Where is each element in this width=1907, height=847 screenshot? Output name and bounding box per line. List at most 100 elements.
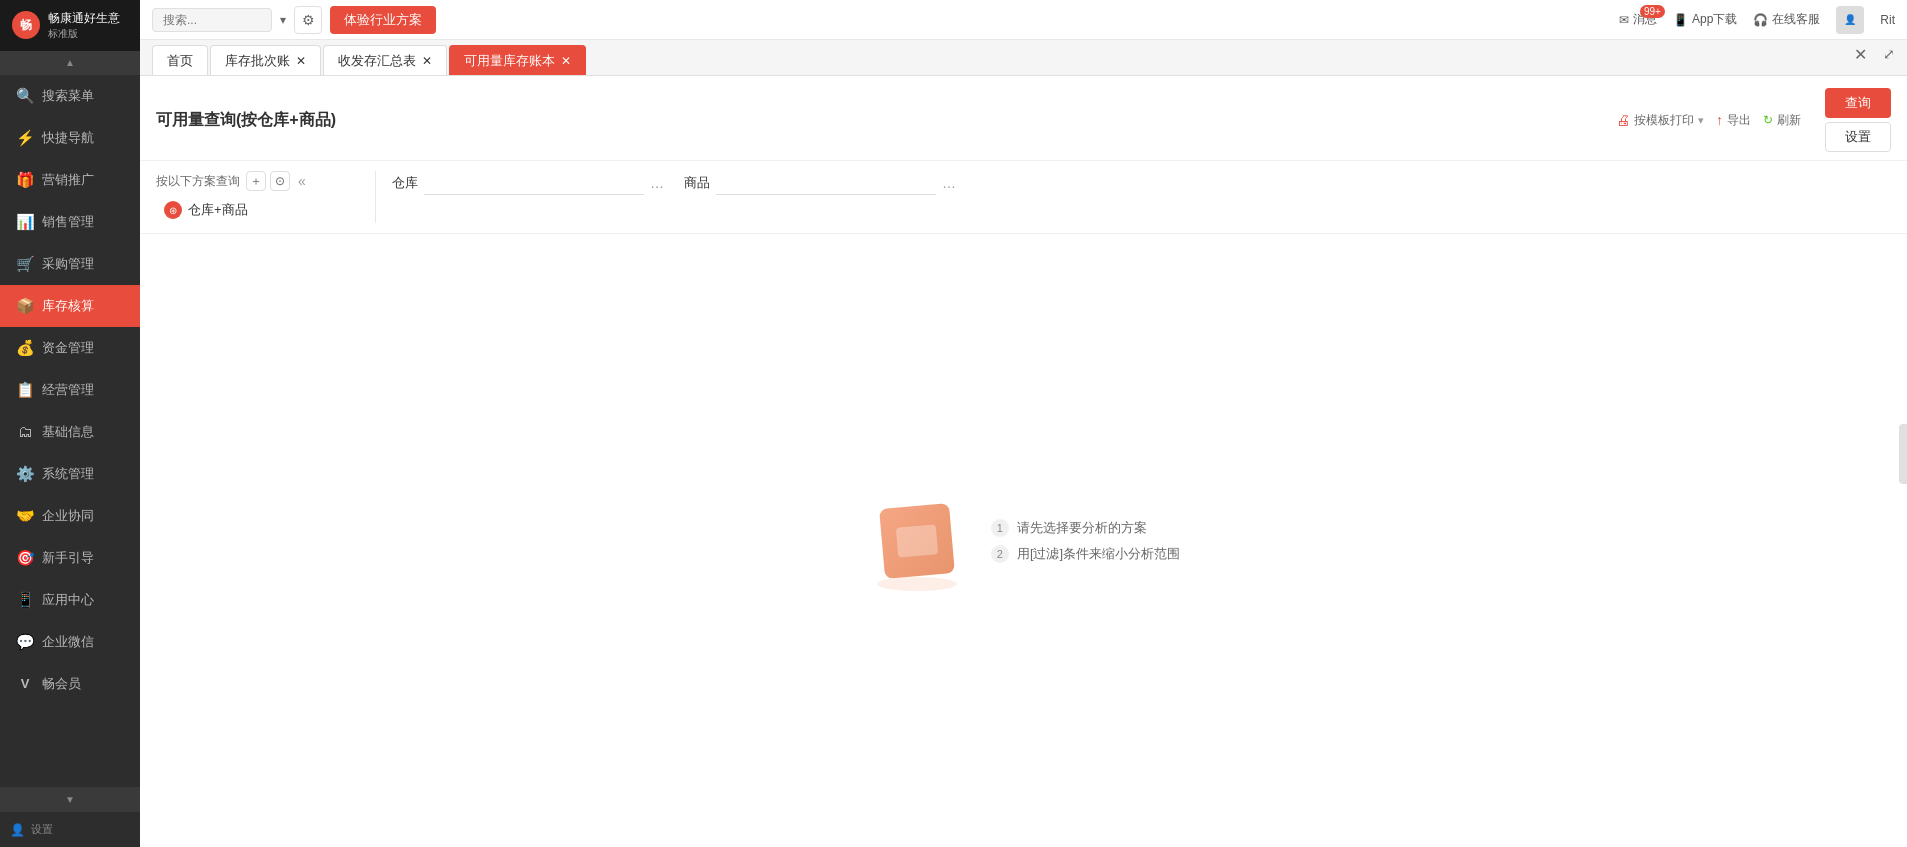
sidebar-header: 畅 畅康通好生意 标准版 bbox=[0, 0, 140, 51]
sidebar-scroll-down[interactable]: ▼ bbox=[0, 787, 140, 811]
sidebar-title-area: 畅康通好生意 标准版 bbox=[48, 10, 120, 41]
edit-scheme-button[interactable]: ⊙ bbox=[270, 171, 290, 191]
tab-batch-ledger-close[interactable]: ✕ bbox=[296, 55, 306, 67]
sidebar-item-basicinfo[interactable]: 🗂 基础信息 bbox=[0, 411, 140, 453]
tab-summary-close[interactable]: ✕ bbox=[422, 55, 432, 67]
sidebar-item-label: 销售管理 bbox=[42, 213, 94, 231]
app-download-label: App下载 bbox=[1692, 11, 1737, 28]
empty-box-face bbox=[896, 524, 938, 557]
main-area: ▾ ⚙ 体验行业方案 ✉ 消息 99+ 📱 App下载 🎧 在线客服 👤 Rit bbox=[140, 0, 1907, 847]
sidebar-item-purchase[interactable]: 🛒 采购管理 bbox=[0, 243, 140, 285]
username-label[interactable]: Rit bbox=[1880, 13, 1895, 27]
sidebar-item-label: 系统管理 bbox=[42, 465, 94, 483]
sidebar-item-operations[interactable]: 📋 经营管理 bbox=[0, 369, 140, 411]
print-button[interactable]: 🖨 按模板打印 ▾ bbox=[1616, 112, 1704, 129]
print-label: 按模板打印 bbox=[1634, 112, 1694, 129]
sidebar-item-enterprise[interactable]: 🤝 企业协同 bbox=[0, 495, 140, 537]
tip-1-text: 请先选择要分析的方案 bbox=[1017, 519, 1147, 537]
avatar-icon: 👤 bbox=[1844, 14, 1856, 25]
sidebar-item-system[interactable]: ⚙️ 系统管理 bbox=[0, 453, 140, 495]
tab-batch-ledger[interactable]: 库存批次账 ✕ bbox=[210, 45, 321, 75]
sidebar-item-quicknav[interactable]: ⚡ 快捷导航 bbox=[0, 117, 140, 159]
empty-tip-2: 2 用[过滤]条件来缩小分析范围 bbox=[991, 545, 1180, 563]
online-service-button[interactable]: 🎧 在线客服 bbox=[1753, 11, 1820, 28]
collapse-panel-button[interactable]: « bbox=[298, 171, 306, 191]
tip-2-text: 用[过滤]条件来缩小分析范围 bbox=[1017, 545, 1180, 563]
product-more-icon[interactable]: … bbox=[942, 175, 956, 191]
search-icon: 🔍 bbox=[16, 87, 34, 105]
sidebar-item-label: 营销推广 bbox=[42, 171, 94, 189]
system-icon: ⚙️ bbox=[16, 465, 34, 483]
guide-icon: 🎯 bbox=[16, 549, 34, 567]
filter-warehouse-field: 仓库 … bbox=[392, 171, 664, 195]
scheme-item-icon: ⊛ bbox=[164, 201, 182, 219]
message-badge: 99+ bbox=[1640, 5, 1665, 18]
sidebar-item-sales[interactable]: 📊 销售管理 bbox=[0, 201, 140, 243]
tabs-bar: 首页 库存批次账 ✕ 收发存汇总表 ✕ 可用量库存账本 ✕ ✕ ⤢ bbox=[140, 40, 1907, 76]
sidebar-item-guide[interactable]: 🎯 新手引导 bbox=[0, 537, 140, 579]
sidebar-item-label: 企业协同 bbox=[42, 507, 94, 525]
user-avatar: 👤 bbox=[1836, 6, 1864, 34]
tab-summary-label: 收发存汇总表 bbox=[338, 52, 416, 70]
tab-available-inventory[interactable]: 可用量库存账本 ✕ bbox=[449, 45, 586, 75]
query-button[interactable]: 查询 bbox=[1825, 88, 1891, 118]
scheme-item-warehouse-product[interactable]: ⊛ 仓库+商品 bbox=[156, 197, 363, 223]
warehouse-more-icon[interactable]: … bbox=[650, 175, 664, 191]
sidebar: 畅 畅康通好生意 标准版 ▲ 🔍 搜索菜单 ⚡ 快捷导航 🎁 营销推广 📊 销售… bbox=[0, 0, 140, 847]
sidebar-item-wechat[interactable]: 💬 企业微信 bbox=[0, 621, 140, 663]
sidebar-item-search[interactable]: 🔍 搜索菜单 bbox=[0, 75, 140, 117]
topbar: ▾ ⚙ 体验行业方案 ✉ 消息 99+ 📱 App下载 🎧 在线客服 👤 Rit bbox=[140, 0, 1907, 40]
tab-home[interactable]: 首页 bbox=[152, 45, 208, 75]
scheme-item-label: 仓库+商品 bbox=[188, 201, 248, 219]
sidebar-nav: 🔍 搜索菜单 ⚡ 快捷导航 🎁 营销推广 📊 销售管理 🛒 采购管理 📦 库存核… bbox=[0, 75, 140, 787]
filter-scheme-panel: 按以下方案查询 ＋ ⊙ « ⊛ 仓库+商品 bbox=[156, 171, 376, 223]
sidebar-footer[interactable]: 👤 设置 bbox=[0, 811, 140, 847]
topbar-dropdown-button[interactable]: ▾ bbox=[280, 13, 286, 27]
sidebar-item-label: 企业微信 bbox=[42, 633, 94, 651]
topbar-right-actions: ✉ 消息 99+ 📱 App下载 🎧 在线客服 👤 Rit bbox=[1619, 6, 1895, 34]
filter-scheme-label-text: 按以下方案查询 bbox=[156, 173, 240, 190]
print-icon: 🖨 bbox=[1616, 112, 1630, 128]
sidebar-item-label: 库存核算 bbox=[42, 297, 94, 315]
sales-icon: 📊 bbox=[16, 213, 34, 231]
refresh-button[interactable]: ↻ 刷新 bbox=[1763, 112, 1801, 129]
sidebar-item-label: 快捷导航 bbox=[42, 129, 94, 147]
basicinfo-icon: 🗂 bbox=[16, 423, 34, 441]
export-button[interactable]: ↑ 导出 bbox=[1716, 112, 1751, 129]
topbar-gear-button[interactable]: ⚙ bbox=[294, 6, 322, 34]
product-input[interactable] bbox=[716, 171, 936, 195]
sidebar-app-name: 畅康通好生意 bbox=[48, 10, 120, 27]
sidebar-item-appcenter[interactable]: 📱 应用中心 bbox=[0, 579, 140, 621]
trial-button[interactable]: 体验行业方案 bbox=[330, 6, 436, 34]
tabs-close-all-button[interactable]: ✕ bbox=[1854, 45, 1867, 64]
refresh-icon: ↻ bbox=[1763, 113, 1773, 127]
member-icon: V bbox=[16, 675, 34, 693]
app-download-button[interactable]: 📱 App下载 bbox=[1673, 11, 1737, 28]
print-dropdown-icon[interactable]: ▾ bbox=[1698, 114, 1704, 127]
page-header-actions: 🖨 按模板打印 ▾ ↑ 导出 ↻ 刷新 查询 设置 bbox=[1616, 88, 1891, 152]
finance-icon: 💰 bbox=[16, 339, 34, 357]
sidebar-logo: 畅 bbox=[12, 11, 40, 39]
tab-available-inventory-close[interactable]: ✕ bbox=[561, 55, 571, 67]
add-scheme-button[interactable]: ＋ bbox=[246, 171, 266, 191]
warehouse-input[interactable] bbox=[424, 171, 644, 195]
sidebar-item-label: 基础信息 bbox=[42, 423, 94, 441]
inventory-icon: 📦 bbox=[16, 297, 34, 315]
sidebar-item-finance[interactable]: 💰 资金管理 bbox=[0, 327, 140, 369]
page-header: 可用量查询(按仓库+商品) 🖨 按模板打印 ▾ ↑ 导出 ↻ 刷新 查询 设置 bbox=[140, 76, 1907, 161]
tab-summary[interactable]: 收发存汇总表 ✕ bbox=[323, 45, 447, 75]
tip-1-num: 1 bbox=[991, 519, 1009, 537]
tabs-expand-button[interactable]: ⤢ bbox=[1883, 46, 1895, 62]
sidebar-item-inventory[interactable]: 📦 库存核算 bbox=[0, 285, 140, 327]
sidebar-item-member[interactable]: V 畅会员 bbox=[0, 663, 140, 705]
quicknav-icon: ⚡ bbox=[16, 129, 34, 147]
message-button[interactable]: ✉ 消息 99+ bbox=[1619, 11, 1657, 28]
sidebar-scroll-up[interactable]: ▲ bbox=[0, 51, 140, 75]
settings-button[interactable]: 设置 bbox=[1825, 122, 1891, 152]
sidebar-item-marketing[interactable]: 🎁 营销推广 bbox=[0, 159, 140, 201]
right-scroll-handle[interactable] bbox=[1899, 424, 1907, 484]
topbar-search-input[interactable] bbox=[152, 8, 272, 32]
page-content: 可用量查询(按仓库+商品) 🖨 按模板打印 ▾ ↑ 导出 ↻ 刷新 查询 设置 bbox=[140, 76, 1907, 847]
filter-scheme-label-row: 按以下方案查询 ＋ ⊙ « bbox=[156, 171, 363, 191]
footer-icon: 👤 bbox=[10, 823, 25, 837]
